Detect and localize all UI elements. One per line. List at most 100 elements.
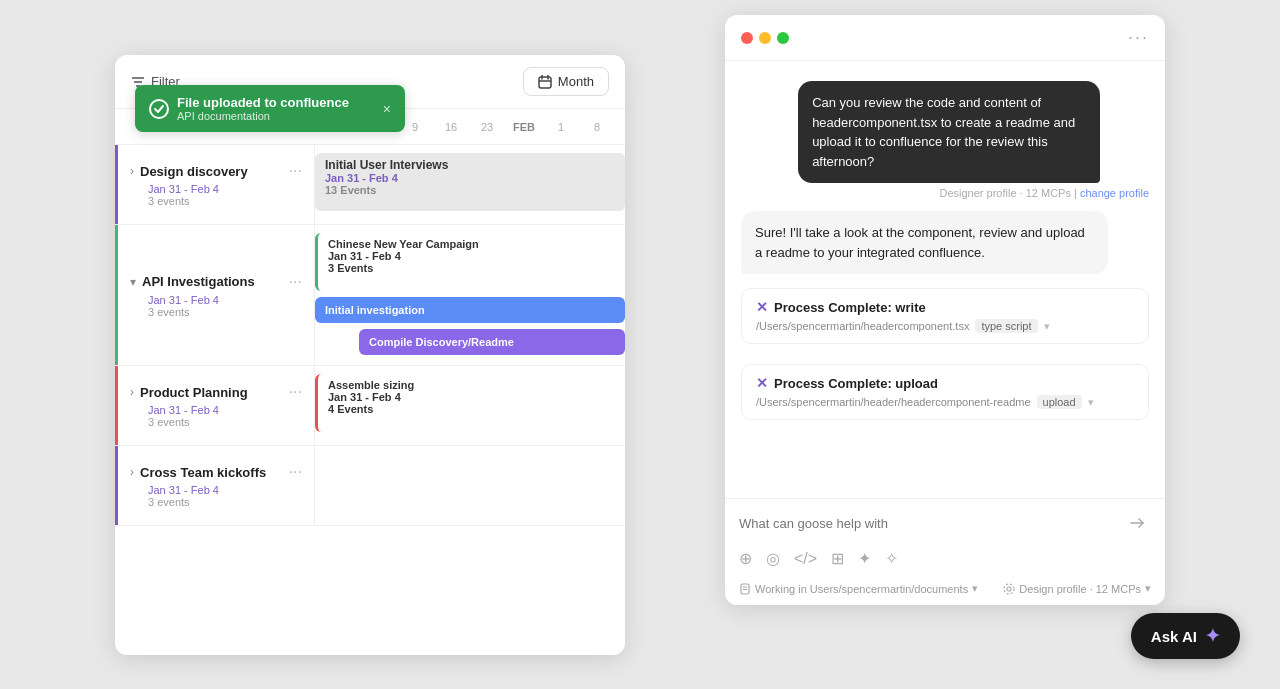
chat-body: Can you review the code and content of h… xyxy=(725,61,1165,498)
window-maximize-dot[interactable] xyxy=(777,32,789,44)
chevron-right-icon[interactable]: › xyxy=(130,164,134,178)
project-name: Cross Team kickoffs xyxy=(140,465,266,480)
attachment-icon[interactable]: ⊕ xyxy=(739,549,752,568)
project-date: Jan 31 - Feb 4 xyxy=(148,484,302,496)
chat-panel: ··· Can you review the code and content … xyxy=(725,15,1165,605)
event-date: Jan 31 - Feb 4 xyxy=(328,250,609,262)
event-count: 3 Events xyxy=(328,262,609,274)
table-row: ▾ API Investigations ··· Jan 31 - Feb 4 … xyxy=(115,225,625,366)
toast-success-icon xyxy=(149,99,169,119)
chat-more-button[interactable]: ··· xyxy=(1128,27,1149,48)
feb-label: FEB xyxy=(505,121,543,133)
event-bar-compile-discovery[interactable]: Compile Discovery/Readme xyxy=(359,329,625,355)
toast-subtitle: API documentation xyxy=(177,110,375,122)
user-meta-text: Designer profile · 12 MCPs | xyxy=(939,187,1076,199)
toast-close-button[interactable]: × xyxy=(383,101,391,117)
process-expand-icon[interactable]: ▾ xyxy=(1088,396,1094,409)
event-date: Jan 31 - Feb 4 xyxy=(328,391,609,403)
project-timeline-product-planning: Assemble sizing Jan 31 - Feb 4 4 Events xyxy=(315,366,625,445)
event-bar-assemble-sizing[interactable]: Assemble sizing Jan 31 - Feb 4 4 Events xyxy=(315,374,619,432)
preview-icon[interactable]: ◎ xyxy=(766,549,780,568)
svg-point-12 xyxy=(1004,584,1014,594)
process-expand-icon[interactable]: ▾ xyxy=(1044,320,1050,333)
process-complete-icon: ✕ xyxy=(756,375,768,391)
toast-notification: File uploaded to confluence API document… xyxy=(135,85,405,132)
ai-message-bubble: Sure! I'll take a look at the component,… xyxy=(741,211,1108,274)
date-23: 23 xyxy=(469,121,505,133)
process-card-upload: ✕ Process Complete: upload /Users/spence… xyxy=(741,364,1149,420)
chat-input-row xyxy=(739,509,1151,545)
calendar-rows: › Design discovery ··· Jan 31 - Feb 4 3 … xyxy=(115,145,625,655)
project-more-button[interactable]: ··· xyxy=(289,273,302,291)
project-more-button[interactable]: ··· xyxy=(289,162,302,180)
date-1: 1 xyxy=(543,121,579,133)
process-tag-upload: upload xyxy=(1037,395,1082,409)
project-more-button[interactable]: ··· xyxy=(289,383,302,401)
process-path-text: /Users/spencermartin/headercomponent.tsx xyxy=(756,320,969,332)
project-events: 3 events xyxy=(148,195,302,207)
ask-ai-label: Ask AI xyxy=(1151,628,1197,645)
process-tag-write: type script xyxy=(975,319,1037,333)
chevron-right-icon[interactable]: › xyxy=(130,465,134,479)
window-close-dot[interactable] xyxy=(741,32,753,44)
project-info-cross-team: › Cross Team kickoffs ··· Jan 31 - Feb 4… xyxy=(115,446,315,525)
project-timeline-design-discovery: Initial User Interviews Jan 31 - Feb 4 1… xyxy=(315,145,625,224)
project-info-api-investigations: ▾ API Investigations ··· Jan 31 - Feb 4 … xyxy=(115,225,315,365)
ask-ai-star-icon: ✦ xyxy=(1205,625,1220,647)
sparkle-icon[interactable]: ✦ xyxy=(858,549,871,568)
process-status-upload: Process Complete: upload xyxy=(774,376,938,391)
send-button[interactable] xyxy=(1123,509,1151,537)
event-title: Chinese New Year Campaign xyxy=(328,238,609,250)
event-bar-initial-user-interviews[interactable]: Initial User Interviews Jan 31 - Feb 4 1… xyxy=(315,153,625,211)
project-events: 3 events xyxy=(148,496,302,508)
grid-icon[interactable]: ⊞ xyxy=(831,549,844,568)
project-info-design-discovery: › Design discovery ··· Jan 31 - Feb 4 3 … xyxy=(115,145,315,224)
process-complete-icon: ✕ xyxy=(756,299,768,315)
window-minimize-dot[interactable] xyxy=(759,32,771,44)
chat-input[interactable] xyxy=(739,516,1115,531)
project-events: 3 events xyxy=(148,306,302,318)
user-message-bubble: Can you review the code and content of h… xyxy=(798,81,1100,183)
month-button[interactable]: Month xyxy=(523,67,609,96)
event-bar-chinese-campaign[interactable]: Chinese New Year Campaign Jan 31 - Feb 4… xyxy=(315,233,619,291)
project-name: Product Planning xyxy=(140,385,248,400)
project-more-button[interactable]: ··· xyxy=(289,463,302,481)
process-title-upload: ✕ Process Complete: upload xyxy=(756,375,1134,391)
event-title: Assemble sizing xyxy=(328,379,609,391)
event-date: Jan 31 - Feb 4 xyxy=(325,172,615,184)
svg-rect-3 xyxy=(539,77,551,88)
settings-icon xyxy=(1003,583,1015,595)
process-path-upload: /Users/spencermartin/header/headercompon… xyxy=(756,395,1134,409)
expand-directory-icon[interactable]: ▾ xyxy=(972,582,978,595)
chat-toolbar: ⊕ ◎ </> ⊞ ✦ ✧ xyxy=(739,545,1151,570)
expand-profile-icon[interactable]: ▾ xyxy=(1145,582,1151,595)
project-events: 3 events xyxy=(148,416,302,428)
working-directory: Working in Users/spencermartin/documents xyxy=(755,583,968,595)
process-title-write: ✕ Process Complete: write xyxy=(756,299,1134,315)
change-profile-link[interactable]: change profile xyxy=(1080,187,1149,199)
table-row: › Design discovery ··· Jan 31 - Feb 4 3 … xyxy=(115,145,625,225)
ask-ai-button[interactable]: Ask AI ✦ xyxy=(1131,613,1240,659)
user-message-meta: Designer profile · 12 MCPs | change prof… xyxy=(798,187,1149,199)
project-name: API Investigations xyxy=(142,274,255,289)
chevron-right-icon[interactable]: › xyxy=(130,385,134,399)
magic-icon[interactable]: ✧ xyxy=(885,549,898,568)
event-bar-label: Initial investigation xyxy=(325,304,425,316)
chat-footer: Working in Users/spencermartin/documents… xyxy=(725,576,1165,605)
event-bar-initial-investigation[interactable]: Initial investigation xyxy=(315,297,625,323)
project-date: Jan 31 - Feb 4 xyxy=(148,404,302,416)
date-16: 16 xyxy=(433,121,469,133)
chat-input-area: ⊕ ◎ </> ⊞ ✦ ✧ xyxy=(725,498,1165,576)
toast-content: File uploaded to confluence API document… xyxy=(177,95,375,122)
table-row: › Cross Team kickoffs ··· Jan 31 - Feb 4… xyxy=(115,446,625,526)
user-message-container: Can you review the code and content of h… xyxy=(798,81,1149,199)
table-row: › Product Planning ··· Jan 31 - Feb 4 3 … xyxy=(115,366,625,446)
event-bar-label: Compile Discovery/Readme xyxy=(369,336,514,348)
project-timeline-cross-team xyxy=(315,446,625,525)
event-title: Initial User Interviews xyxy=(325,158,615,172)
toast-title: File uploaded to confluence xyxy=(177,95,375,110)
code-icon[interactable]: </> xyxy=(794,550,817,568)
chat-titlebar: ··· xyxy=(725,15,1165,61)
process-card-write: ✕ Process Complete: write /Users/spencer… xyxy=(741,288,1149,344)
chevron-down-icon[interactable]: ▾ xyxy=(130,275,136,289)
